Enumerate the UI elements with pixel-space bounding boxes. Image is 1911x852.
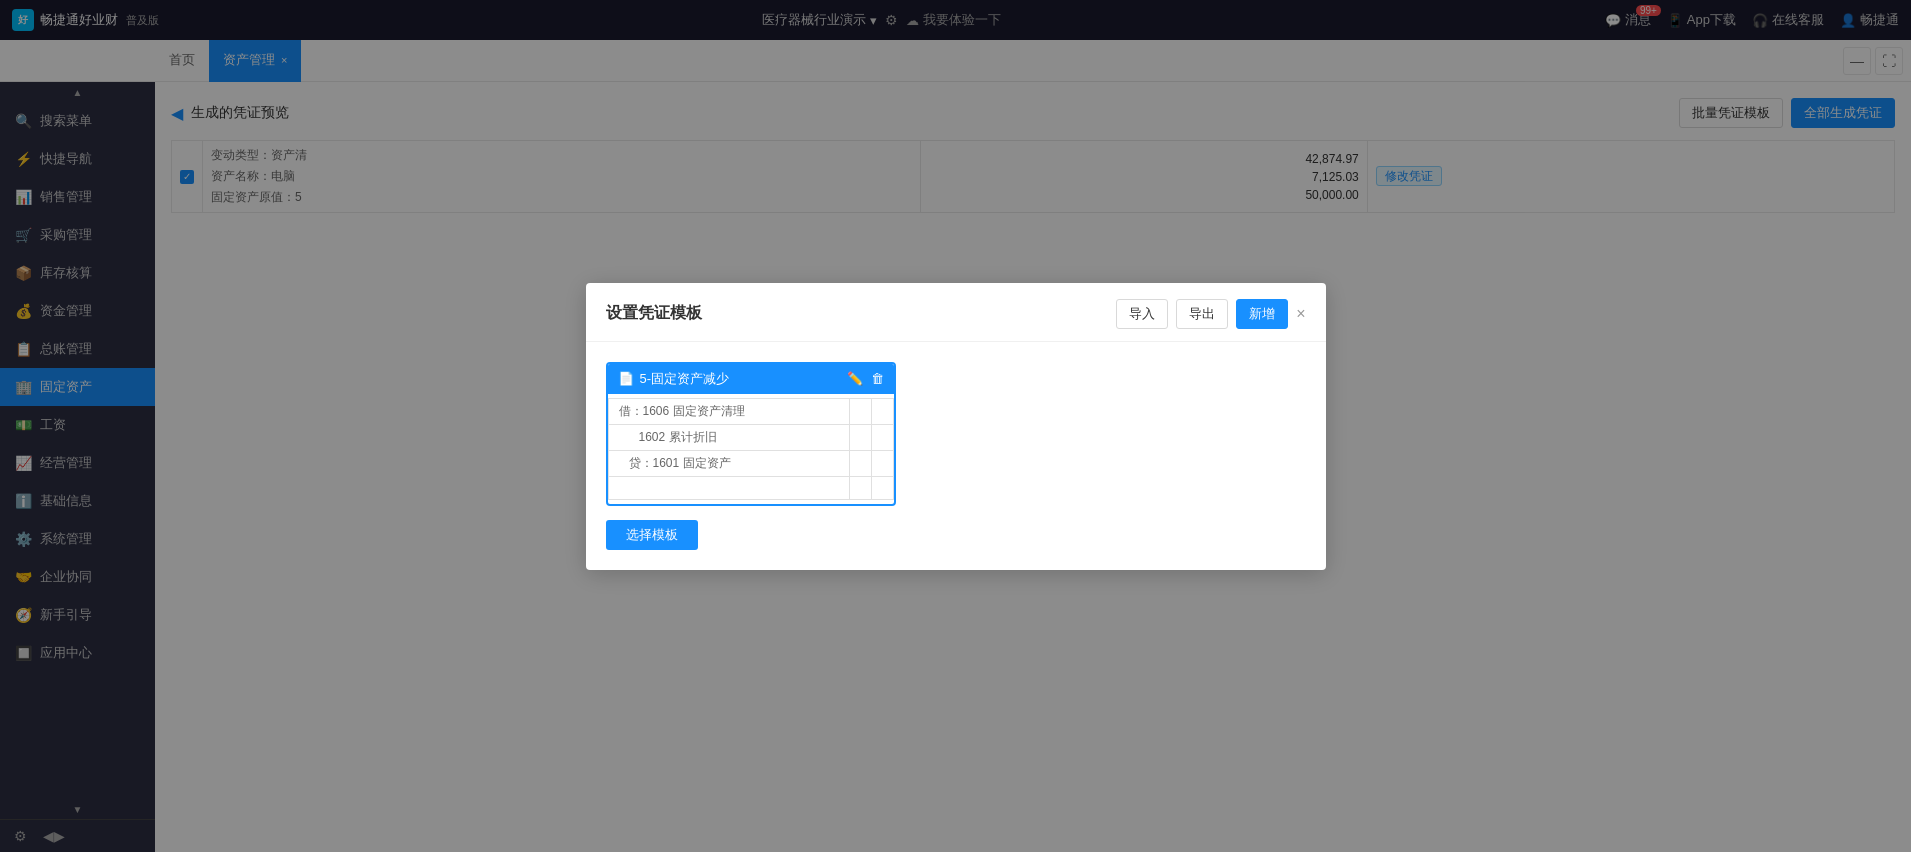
modal-header: 设置凭证模板 导入 导出 新增 × [586, 283, 1326, 342]
modal-body: 📄 5-固定资产减少 ✏️ 🗑 [586, 342, 1326, 570]
choose-template-button[interactable]: 选择模板 [606, 520, 698, 550]
template-delete-icon[interactable]: 🗑 [871, 371, 884, 386]
template-edit-icon[interactable]: ✏️ [847, 371, 863, 386]
new-template-button[interactable]: 新增 [1236, 299, 1288, 329]
template-table: 借：1606 固定资产清理 1602 累计折旧 [608, 398, 894, 500]
import-button[interactable]: 导入 [1116, 299, 1168, 329]
modal-header-actions: 导入 导出 新增 × [1116, 299, 1305, 329]
template-file-icon: 📄 [618, 371, 634, 386]
template-card-body: 借：1606 固定资产清理 1602 累计折旧 [608, 394, 894, 504]
template-card-actions: ✏️ 🗑 [847, 371, 884, 386]
modal-dialog: 设置凭证模板 导入 导出 新增 × 📄 [586, 283, 1326, 570]
choose-template-area: 选择模板 [606, 520, 1306, 550]
template-card-header: 📄 5-固定资产减少 ✏️ 🗑 [608, 364, 894, 394]
template-row-debit2: 1602 累计折旧 [608, 424, 893, 450]
export-button[interactable]: 导出 [1176, 299, 1228, 329]
template-header-label: 5-固定资产减少 [640, 370, 730, 388]
modal-close-button[interactable]: × [1296, 305, 1305, 323]
template-card: 📄 5-固定资产减少 ✏️ 🗑 [606, 362, 896, 506]
template-row-credit: 贷：1601 固定资产 [608, 450, 893, 476]
modal-title: 设置凭证模板 [606, 303, 702, 324]
modal-overlay: 设置凭证模板 导入 导出 新增 × 📄 [155, 82, 1911, 852]
template-row-empty [608, 476, 893, 499]
template-row-debit1: 借：1606 固定资产清理 [608, 398, 893, 424]
main-area: ▲ 🔍 搜索菜单 ⚡ 快捷导航 📊 销售管理 🛒 采购管理 [0, 82, 1911, 852]
content-area: ◀ 生成的凭证预览 批量凭证模板 全部生成凭证 ✓ [155, 82, 1911, 852]
